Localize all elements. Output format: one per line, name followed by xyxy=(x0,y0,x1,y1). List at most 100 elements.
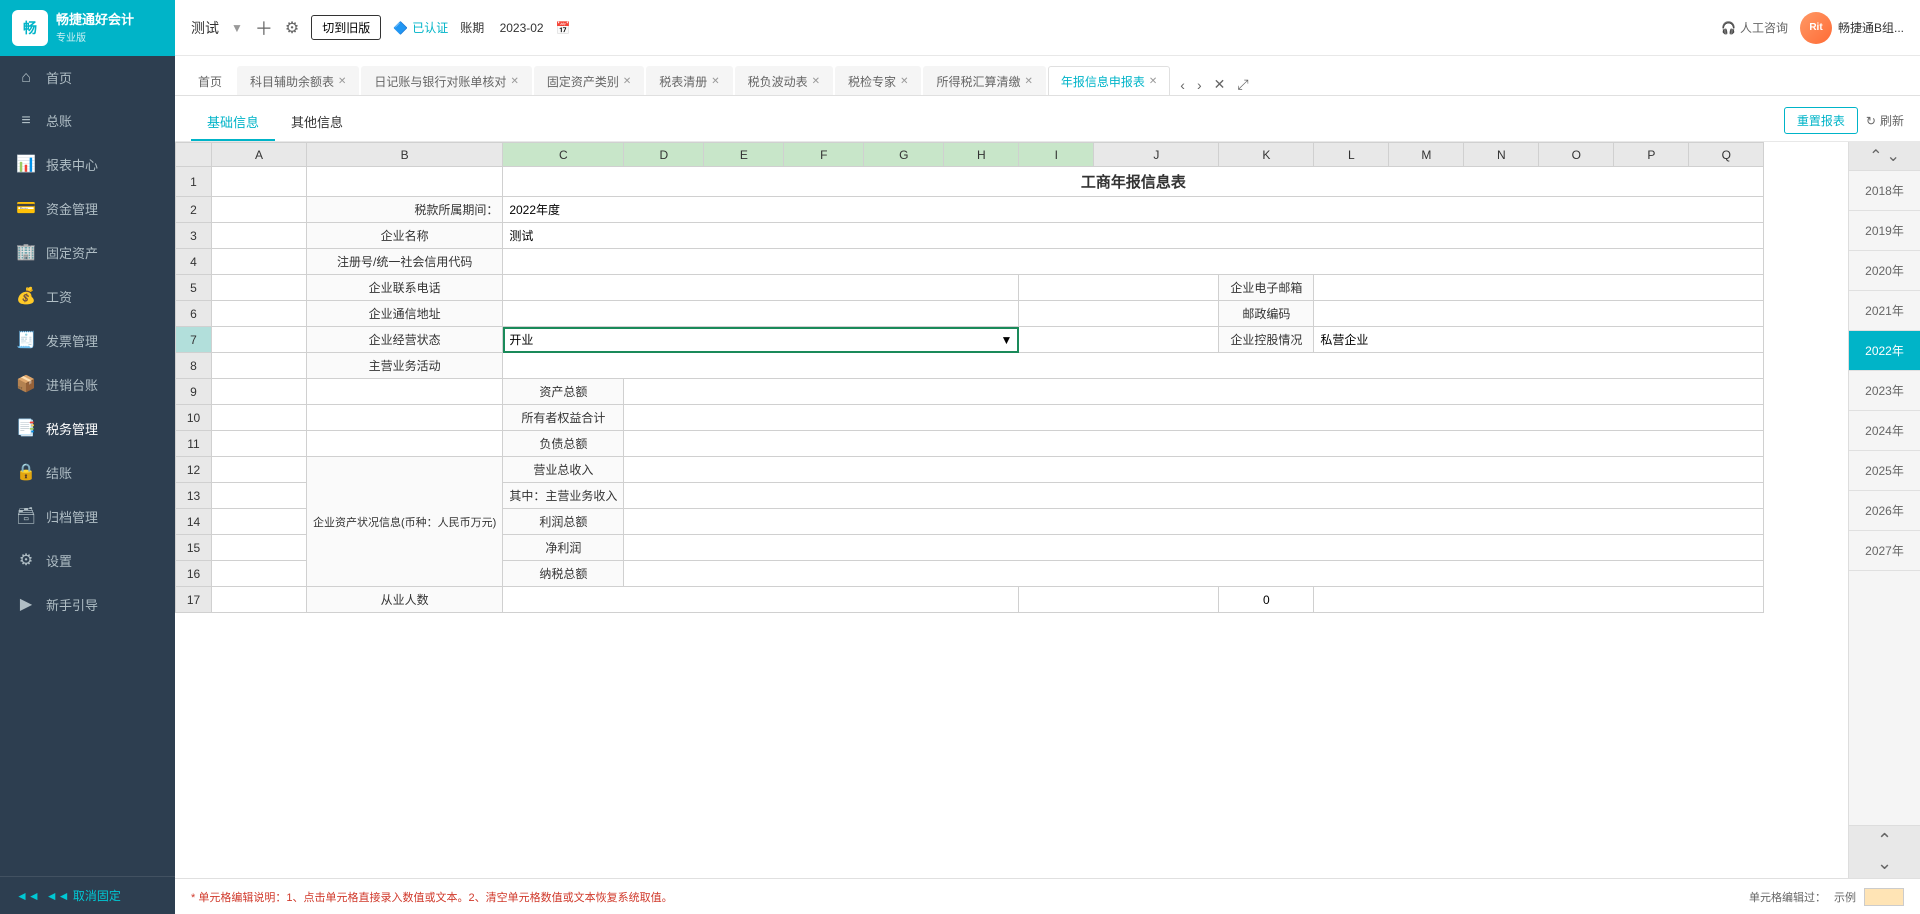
sidebar-item-fixed[interactable]: 🏢 固定资产 xyxy=(0,230,175,274)
data-cell[interactable] xyxy=(212,535,307,561)
sidebar-item-finance[interactable]: 💳 资金管理 xyxy=(0,186,175,230)
data-cell[interactable] xyxy=(1019,587,1219,613)
data-cell[interactable] xyxy=(212,167,307,197)
tab-expand-button[interactable]: ⤢ xyxy=(1233,74,1252,95)
data-cell[interactable] xyxy=(307,167,503,197)
data-cell[interactable] xyxy=(1019,301,1219,327)
data-cell[interactable] xyxy=(212,249,307,275)
data-cell[interactable] xyxy=(624,457,1764,483)
tab-close-icon[interactable]: ✕ xyxy=(623,76,631,87)
year-item-2022[interactable]: 2022年 xyxy=(1849,331,1920,371)
data-cell[interactable] xyxy=(212,405,307,431)
refresh-button[interactable]: ↻ 刷新 xyxy=(1866,112,1904,129)
data-cell[interactable] xyxy=(212,509,307,535)
data-cell[interactable] xyxy=(503,587,1019,613)
year-scroll-up-icon[interactable]: ⌃ xyxy=(1877,830,1892,851)
add-module-button[interactable]: ＋ xyxy=(255,15,273,41)
data-cell[interactable] xyxy=(624,509,1764,535)
year-item-2020[interactable]: 2020年 xyxy=(1849,251,1920,291)
data-cell[interactable] xyxy=(624,405,1764,431)
col-P[interactable]: P xyxy=(1614,143,1689,167)
data-cell[interactable] xyxy=(212,431,307,457)
sidebar-item-ledger[interactable]: ≡ 总账 xyxy=(0,99,175,142)
tab-close-all-button[interactable]: ✕ xyxy=(1210,74,1230,95)
data-cell[interactable] xyxy=(212,301,307,327)
col-N[interactable]: N xyxy=(1464,143,1539,167)
data-cell[interactable] xyxy=(1314,275,1764,301)
year-item-2026[interactable]: 2026年 xyxy=(1849,491,1920,531)
service-button[interactable]: 🎧 人工咨询 xyxy=(1721,19,1788,36)
data-cell[interactable]: 2022年度 xyxy=(503,197,1764,223)
old-version-button[interactable]: 切到旧版 xyxy=(311,15,381,40)
title-cell[interactable]: 工商年报信息表 xyxy=(503,167,1764,197)
col-K[interactable]: K xyxy=(1219,143,1314,167)
data-cell[interactable] xyxy=(1019,327,1219,353)
dropdown-arrow-icon[interactable]: ▼ xyxy=(1000,333,1012,347)
data-cell[interactable] xyxy=(624,483,1764,509)
col-J[interactable]: J xyxy=(1094,143,1219,167)
sidebar-item-salary[interactable]: 💰 工资 xyxy=(0,274,175,318)
data-cell[interactable] xyxy=(212,353,307,379)
col-O[interactable]: O xyxy=(1539,143,1614,167)
data-cell[interactable] xyxy=(212,457,307,483)
tab-fixed-assets[interactable]: 固定资产类别 ✕ xyxy=(534,66,644,96)
sidebar-item-archive[interactable]: 🗃 归档管理 xyxy=(0,494,175,538)
tab-close-icon[interactable]: ✕ xyxy=(812,76,820,87)
data-cell[interactable] xyxy=(1019,275,1219,301)
data-cell[interactable] xyxy=(307,379,503,405)
tab-taxlist[interactable]: 税表清册 ✕ xyxy=(646,66,732,96)
data-cell[interactable] xyxy=(1314,301,1764,327)
col-Q[interactable]: Q xyxy=(1689,143,1764,167)
tab-close-icon[interactable]: ✕ xyxy=(1149,76,1157,87)
col-L[interactable]: L xyxy=(1314,143,1389,167)
calendar-icon[interactable]: 📅 xyxy=(556,21,571,35)
tab-annual-report[interactable]: 年报信息申报表 ✕ xyxy=(1048,66,1170,96)
tab-next-button[interactable]: › xyxy=(1193,75,1206,95)
data-cell[interactable] xyxy=(624,535,1764,561)
sidebar-item-settings[interactable]: ⚙ 设置 xyxy=(0,538,175,582)
tab-close-icon[interactable]: ✕ xyxy=(900,76,908,87)
tab-taxwave[interactable]: 税负波动表 ✕ xyxy=(735,66,833,96)
sidebar-item-report[interactable]: 📊 报表中心 xyxy=(0,142,175,186)
col-I[interactable]: I xyxy=(1019,143,1094,167)
data-cell[interactable] xyxy=(624,379,1764,405)
data-cell[interactable] xyxy=(212,223,307,249)
col-F[interactable]: F xyxy=(784,143,864,167)
col-B[interactable]: B xyxy=(307,143,503,167)
tab-home[interactable]: 首页 xyxy=(185,66,235,96)
year-item-2023[interactable]: 2023年 xyxy=(1849,371,1920,411)
col-E[interactable]: E xyxy=(704,143,784,167)
tab-taxcheck[interactable]: 税检专家 ✕ xyxy=(835,66,921,96)
spreadsheet-main[interactable]: A B C D E F G H I J K L M xyxy=(175,142,1848,878)
year-item-2027[interactable]: 2027年 xyxy=(1849,531,1920,571)
col-A[interactable]: A xyxy=(212,143,307,167)
tab-close-icon[interactable]: ✕ xyxy=(1024,76,1032,87)
year-item-2024[interactable]: 2024年 xyxy=(1849,411,1920,451)
settings-button[interactable]: ⚙ xyxy=(285,18,299,38)
data-cell[interactable] xyxy=(307,405,503,431)
data-cell[interactable]: 0 xyxy=(1219,587,1314,613)
col-C[interactable]: C xyxy=(503,143,624,167)
data-cell[interactable] xyxy=(212,197,307,223)
year-item-2025[interactable]: 2025年 xyxy=(1849,451,1920,491)
data-cell[interactable]: 私营企业 xyxy=(1314,327,1764,353)
sub-tab-basic[interactable]: 基础信息 xyxy=(191,106,275,141)
tab-subject[interactable]: 科目辅助余额表 ✕ xyxy=(237,66,359,96)
year-scroll-down-icon[interactable]: ⌄ xyxy=(1877,853,1892,874)
data-cell[interactable] xyxy=(503,353,1764,379)
data-cell[interactable] xyxy=(503,275,1019,301)
tab-close-icon[interactable]: ✕ xyxy=(510,76,518,87)
data-cell[interactable]: 测试 xyxy=(503,223,1764,249)
data-cell[interactable] xyxy=(503,301,1019,327)
scroll-up-icon[interactable]: ⌃ xyxy=(1869,146,1882,166)
sidebar-item-stock[interactable]: 📦 进销台账 xyxy=(0,362,175,406)
data-cell[interactable] xyxy=(212,561,307,587)
col-H[interactable]: H xyxy=(944,143,1019,167)
data-cell[interactable] xyxy=(212,483,307,509)
tab-close-icon[interactable]: ✕ xyxy=(711,76,719,87)
year-item-2021[interactable]: 2021年 xyxy=(1849,291,1920,331)
data-cell[interactable] xyxy=(624,561,1764,587)
dropdown-cell[interactable]: 开业 ▼ xyxy=(503,327,1019,353)
data-cell[interactable] xyxy=(1314,587,1764,613)
data-cell[interactable] xyxy=(212,327,307,353)
